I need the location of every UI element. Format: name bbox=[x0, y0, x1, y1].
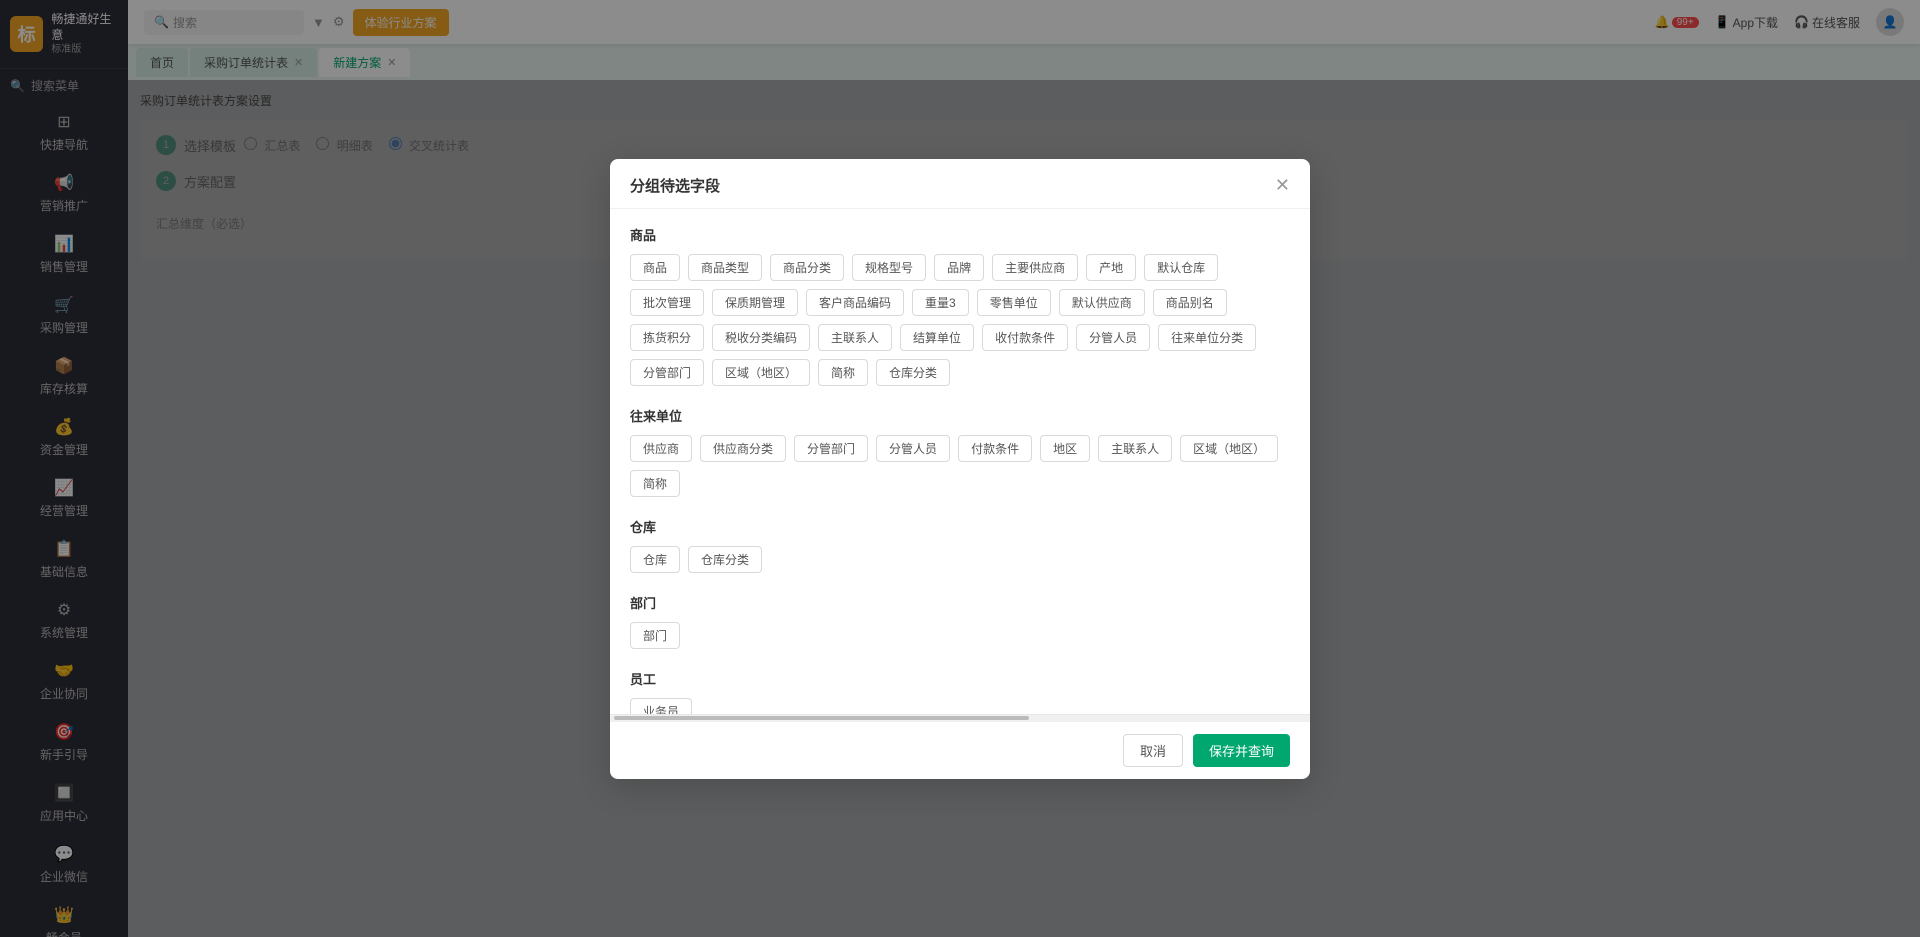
field-select-modal: 分组待选字段 ✕ 商品商品商品类型商品分类规格型号品牌主要供应商产地默认仓库批次… bbox=[610, 159, 1310, 779]
section-goods: 商品商品商品类型商品分类规格型号品牌主要供应商产地默认仓库批次管理保质期管理客户… bbox=[630, 225, 1290, 386]
field-tag[interactable]: 区域（地区） bbox=[712, 359, 810, 386]
hscroll-thumb bbox=[614, 716, 1029, 720]
field-tag[interactable]: 结算单位 bbox=[900, 324, 974, 351]
field-tag[interactable]: 区域（地区） bbox=[1180, 435, 1278, 462]
field-tag[interactable]: 仓库分类 bbox=[876, 359, 950, 386]
field-tag[interactable]: 品牌 bbox=[934, 254, 984, 281]
field-tag[interactable]: 分管人员 bbox=[876, 435, 950, 462]
fields-grid-goods: 商品商品类型商品分类规格型号品牌主要供应商产地默认仓库批次管理保质期管理客户商品… bbox=[630, 254, 1290, 386]
field-tag[interactable]: 仓库分类 bbox=[688, 546, 762, 573]
field-tag[interactable]: 分管人员 bbox=[1076, 324, 1150, 351]
section-label-goods: 商品 bbox=[630, 225, 1290, 244]
modal-title: 分组待选字段 bbox=[630, 175, 720, 196]
section-label-department: 部门 bbox=[630, 593, 1290, 612]
modal-body: 商品商品商品类型商品分类规格型号品牌主要供应商产地默认仓库批次管理保质期管理客户… bbox=[610, 209, 1310, 714]
modal-footer: 取消 保存并查询 bbox=[610, 721, 1310, 779]
section-label-staff: 员工 bbox=[630, 669, 1290, 688]
field-tag[interactable]: 简称 bbox=[818, 359, 868, 386]
section-warehouse: 仓库仓库仓库分类 bbox=[630, 517, 1290, 573]
field-tag[interactable]: 业务员 bbox=[630, 698, 692, 714]
field-tag[interactable]: 往来单位分类 bbox=[1158, 324, 1256, 351]
section-staff: 员工业务员 bbox=[630, 669, 1290, 714]
field-tag[interactable]: 客户商品编码 bbox=[806, 289, 904, 316]
field-tag[interactable]: 产地 bbox=[1086, 254, 1136, 281]
field-tag[interactable]: 主联系人 bbox=[1098, 435, 1172, 462]
field-tag[interactable]: 商品类型 bbox=[688, 254, 762, 281]
section-department: 部门部门 bbox=[630, 593, 1290, 649]
confirm-button[interactable]: 保存并查询 bbox=[1193, 734, 1290, 767]
section-label-warehouse: 仓库 bbox=[630, 517, 1290, 536]
field-tag[interactable]: 零售单位 bbox=[977, 289, 1051, 316]
modal-header: 分组待选字段 ✕ bbox=[610, 159, 1310, 209]
field-tag[interactable]: 商品 bbox=[630, 254, 680, 281]
field-tag[interactable]: 重量3 bbox=[912, 289, 969, 316]
modal-overlay: 分组待选字段 ✕ 商品商品商品类型商品分类规格型号品牌主要供应商产地默认仓库批次… bbox=[0, 0, 1920, 937]
field-tag[interactable]: 部门 bbox=[630, 622, 680, 649]
field-tag[interactable]: 主联系人 bbox=[818, 324, 892, 351]
section-partner: 往来单位供应商供应商分类分管部门分管人员付款条件地区主联系人区域（地区） 简称 bbox=[630, 406, 1290, 497]
field-tag[interactable]: 默认仓库 bbox=[1144, 254, 1218, 281]
fields-grid-department: 部门 bbox=[630, 622, 1290, 649]
field-tag[interactable]: 分管部门 bbox=[630, 359, 704, 386]
section-label-partner: 往来单位 bbox=[630, 406, 1290, 425]
fields-grid-warehouse: 仓库仓库分类 bbox=[630, 546, 1290, 573]
field-tag[interactable]: 分管部门 bbox=[794, 435, 868, 462]
field-tag[interactable]: 供应商分类 bbox=[700, 435, 786, 462]
field-tag[interactable]: 主要供应商 bbox=[992, 254, 1078, 281]
fields-grid-staff: 业务员 bbox=[630, 698, 1290, 714]
field-tag[interactable]: 仓库 bbox=[630, 546, 680, 573]
field-tag[interactable]: 商品别名 bbox=[1153, 289, 1227, 316]
field-tag[interactable]: 默认供应商 bbox=[1059, 289, 1145, 316]
field-tag[interactable]: 付款条件 bbox=[958, 435, 1032, 462]
fields-grid-partner: 供应商供应商分类分管部门分管人员付款条件地区主联系人区域（地区） 简称 bbox=[630, 435, 1290, 497]
field-tag[interactable]: 地区 bbox=[1040, 435, 1090, 462]
modal-close-button[interactable]: ✕ bbox=[1275, 176, 1290, 194]
field-tag[interactable]: 拣货积分 bbox=[630, 324, 704, 351]
field-tag[interactable]: 商品分类 bbox=[770, 254, 844, 281]
field-tag[interactable]: 税收分类编码 bbox=[712, 324, 810, 351]
field-tag[interactable]: 保质期管理 bbox=[712, 289, 798, 316]
cancel-button[interactable]: 取消 bbox=[1123, 734, 1183, 767]
field-tag[interactable]: 批次管理 bbox=[630, 289, 704, 316]
field-tag[interactable]: 收付款条件 bbox=[982, 324, 1068, 351]
field-tag[interactable]: 规格型号 bbox=[852, 254, 926, 281]
field-tag[interactable]: 简称 bbox=[630, 470, 680, 497]
field-tag[interactable]: 供应商 bbox=[630, 435, 692, 462]
